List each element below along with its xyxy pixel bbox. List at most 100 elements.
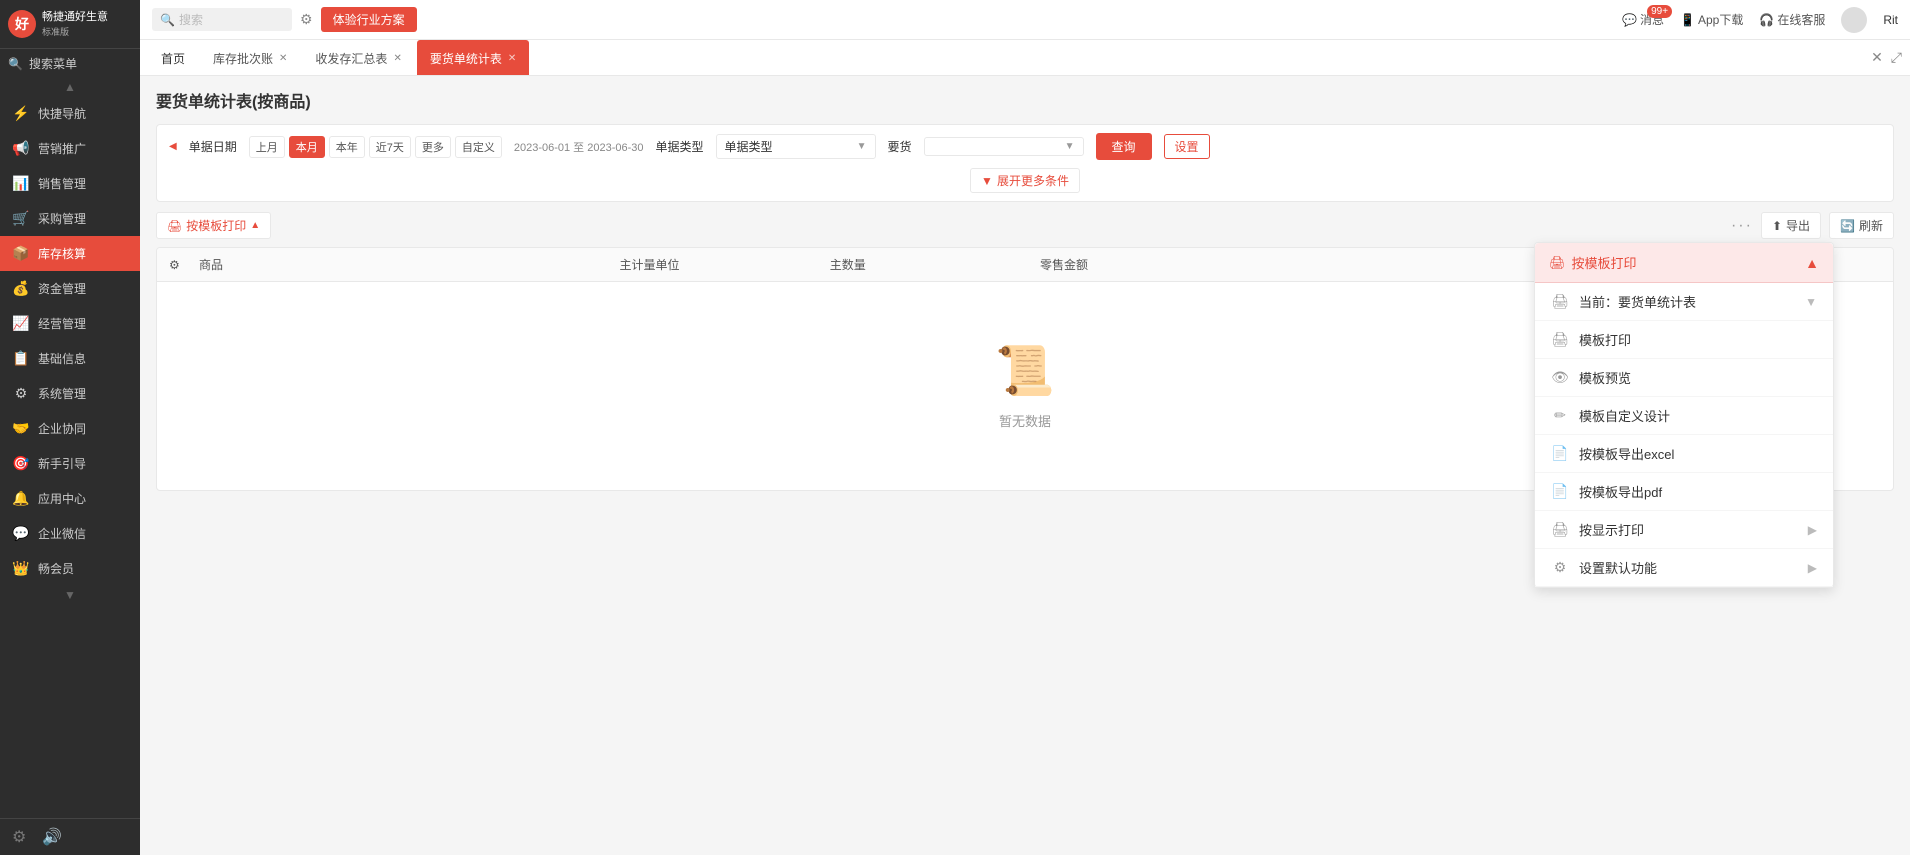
date-filter-label: 单据日期 xyxy=(189,138,237,155)
dropdown-item-template-export-excel[interactable]: 📄 按模板导出excel xyxy=(1535,435,1833,473)
dropdown-item-template-preview[interactable]: 👁 模板预览 xyxy=(1535,359,1833,397)
sidebar-item-inventory[interactable]: 📦 库存核算 xyxy=(0,236,140,271)
topbar-search-placeholder: 搜索 xyxy=(179,11,203,28)
refresh-btn[interactable]: 🔄 刷新 xyxy=(1829,212,1894,239)
tab-receipt-summary[interactable]: 收发存汇总表 ✕ xyxy=(302,40,414,75)
logo-text-block: 畅捷通好生意 标准版 xyxy=(42,10,108,37)
dropdown-close-icon[interactable]: ▲ xyxy=(1805,255,1819,271)
app-logo: 好 畅捷通好生意 标准版 xyxy=(0,0,140,49)
online-service-btn[interactable]: 🎧 在线客服 xyxy=(1759,11,1825,28)
sidebar-label-vip: 畅会员 xyxy=(38,560,74,577)
sidebar-item-operations[interactable]: 📈 经营管理 xyxy=(0,306,140,341)
date-btn-2[interactable]: 本年 xyxy=(329,136,365,158)
content-toolbar: 🖨 按模板打印 ▲ ··· ⬆ 导出 🔄 刷新 xyxy=(156,212,1894,239)
topbar-search[interactable]: 🔍 搜索 xyxy=(152,8,292,31)
tab-order-stats[interactable]: 要货单统计表✕ xyxy=(417,40,529,75)
sidebar-item-vip[interactable]: 👑 畅会员 xyxy=(0,551,140,586)
sidebar-item-quick-nav[interactable]: ⚡ 快捷导航 xyxy=(0,96,140,131)
tab-list: 首页库存批次账✕收发存汇总表✕要货单统计表✕ xyxy=(148,40,529,75)
refresh-icon: 🔄 xyxy=(1840,219,1855,233)
print-dropdown-popup: 🖨 按模板打印 ▲ 🖨 当前：要货单统计表 ▼ 🖨 模板打印 👁 模板预览 xyxy=(1534,242,1834,588)
date-btns: 上月本月本年近7天更多自定义 xyxy=(249,136,502,158)
sidebar-item-finance[interactable]: 💰 资金管理 xyxy=(0,271,140,306)
date-btn-0[interactable]: 上月 xyxy=(249,136,285,158)
dropdown-label-template-export-pdf: 按模板导出pdf xyxy=(1579,482,1662,501)
sidebar-item-sales[interactable]: 📊 销售管理 xyxy=(0,166,140,201)
tab-home[interactable]: 首页 xyxy=(148,40,198,75)
date-btn-3[interactable]: 近7天 xyxy=(369,136,411,158)
table-col-product: 商品 xyxy=(199,256,620,273)
sidebar-item-guide[interactable]: 🎯 新手引导 xyxy=(0,446,140,481)
topbar-gear-icon[interactable]: ⚙ xyxy=(300,11,313,28)
close-window-icon[interactable]: ✕ xyxy=(1871,49,1883,66)
sidebar-icon-purchase: 🛒 xyxy=(12,210,30,227)
sidebar-search[interactable]: 🔍 搜索菜单 xyxy=(0,49,140,78)
export-btn[interactable]: ⬆ 导出 xyxy=(1761,212,1821,239)
sidebar-item-collab[interactable]: 🤝 企业协同 xyxy=(0,411,140,446)
sidebar-item-enterprise-wechat[interactable]: 💬 企业微信 xyxy=(0,516,140,551)
dropdown-current-item[interactable]: 🖨 当前：要货单统计表 ▼ xyxy=(1535,283,1833,321)
sidebar-icon-quick-nav: ⚡ xyxy=(12,105,30,122)
tab-label-receipt-summary: 收发存汇总表 xyxy=(315,50,387,67)
sidebar-icon-operations: 📈 xyxy=(12,315,30,332)
sidebar-sound-icon[interactable]: 🔊 xyxy=(42,827,62,847)
sidebar-label-finance: 资金管理 xyxy=(38,280,86,297)
sidebar-icon-sales: 📊 xyxy=(12,175,30,192)
settings-button[interactable]: 设置 xyxy=(1164,134,1210,159)
order-goods-arrow: ▼ xyxy=(1065,141,1075,152)
download-icon: 📱 xyxy=(1680,13,1695,27)
query-button[interactable]: 查询 xyxy=(1096,133,1152,160)
order-type-select[interactable]: 单据类型 ▼ xyxy=(716,134,876,159)
date-btn-1[interactable]: 本月 xyxy=(289,136,325,158)
more-options-icon[interactable]: ··· xyxy=(1731,217,1753,235)
tab-close-receipt-summary[interactable]: ✕ xyxy=(393,53,401,64)
expand-filter-btn[interactable]: ▼ 展开更多条件 xyxy=(970,168,1080,193)
order-type-select-arrow: ▼ xyxy=(857,141,867,152)
sidebar-item-basic-info[interactable]: 📋 基础信息 xyxy=(0,341,140,376)
table-col-unit: 主计量单位 xyxy=(620,256,830,273)
sidebar-settings-icon[interactable]: ⚙ xyxy=(12,827,26,847)
filter-collapse-icon[interactable]: ◀ xyxy=(169,141,177,152)
industry-btn[interactable]: 体验行业方案 xyxy=(321,7,417,32)
sidebar-item-marketing[interactable]: 📢 营销推广 xyxy=(0,131,140,166)
order-goods-select[interactable]: ▼ xyxy=(924,137,1084,156)
table-col-gear: ⚙ xyxy=(169,258,199,272)
date-btn-4[interactable]: 更多 xyxy=(415,136,451,158)
sidebar-scroll-down[interactable]: ▼ xyxy=(0,586,140,604)
sidebar-icon-basic-info: 📋 xyxy=(12,350,30,367)
dropdown-item-default-func[interactable]: ⚙ 设置默认功能 ▶ xyxy=(1535,549,1833,587)
sidebar-icon-guide: 🎯 xyxy=(12,455,30,472)
dropdown-item-template-custom[interactable]: ✏ 模板自定义设计 xyxy=(1535,397,1833,435)
page-content: 要货单统计表(按商品) ◀ 单据日期 上月本月本年近7天更多自定义 2023-0… xyxy=(140,76,1910,855)
tab-close-batch-account[interactable]: ✕ xyxy=(279,53,287,64)
print-dropdown-arrow[interactable]: ▲ xyxy=(250,220,260,231)
table-gear-icon[interactable]: ⚙ xyxy=(169,258,180,272)
message-btn[interactable]: 💬 消息 99+ xyxy=(1622,11,1664,28)
sidebar-item-app-center[interactable]: 🔔 应用中心 xyxy=(0,481,140,516)
sidebar-label-guide: 新手引导 xyxy=(38,455,86,472)
sidebar-icon-system: ⚙ xyxy=(12,385,30,402)
empty-label: 暂无数据 xyxy=(999,411,1051,430)
expand-window-icon[interactable]: ⤢ xyxy=(1891,49,1902,66)
sidebar-item-system[interactable]: ⚙ 系统管理 xyxy=(0,376,140,411)
dropdown-item-display-print[interactable]: 🖨 按显示打印 ▶ xyxy=(1535,511,1833,549)
tab-label-home: 首页 xyxy=(161,50,185,67)
filter-bar: ◀ 单据日期 上月本月本年近7天更多自定义 2023-06-01 至 2023-… xyxy=(156,124,1894,202)
sidebar-scroll-up[interactable]: ▲ xyxy=(0,78,140,96)
print-btn[interactable]: 🖨 按模板打印 ▲ xyxy=(156,212,271,239)
dropdown-icon-template-print: 🖨 xyxy=(1551,331,1569,348)
empty-illustration: 📜 xyxy=(995,342,1055,399)
tab-close-order-stats[interactable]: ✕ xyxy=(508,53,516,64)
dropdown-item-template-print[interactable]: 🖨 模板打印 xyxy=(1535,321,1833,359)
sidebar-label-basic-info: 基础信息 xyxy=(38,350,86,367)
sidebar-item-purchase[interactable]: 🛒 采购管理 xyxy=(0,201,140,236)
app-download-btn[interactable]: 📱 App下载 xyxy=(1680,11,1743,28)
user-avatar[interactable] xyxy=(1841,7,1867,33)
tab-batch-account[interactable]: 库存批次账✕ xyxy=(200,40,300,75)
logo-char: 好 xyxy=(15,14,29,34)
table-header-unit: 主计量单位 xyxy=(620,258,680,272)
date-btn-5[interactable]: 自定义 xyxy=(455,136,502,158)
dropdown-label-template-print: 模板打印 xyxy=(1579,330,1631,349)
table-col-qty: 主数量 xyxy=(830,256,1040,273)
dropdown-item-template-export-pdf[interactable]: 📄 按模板导出pdf xyxy=(1535,473,1833,511)
